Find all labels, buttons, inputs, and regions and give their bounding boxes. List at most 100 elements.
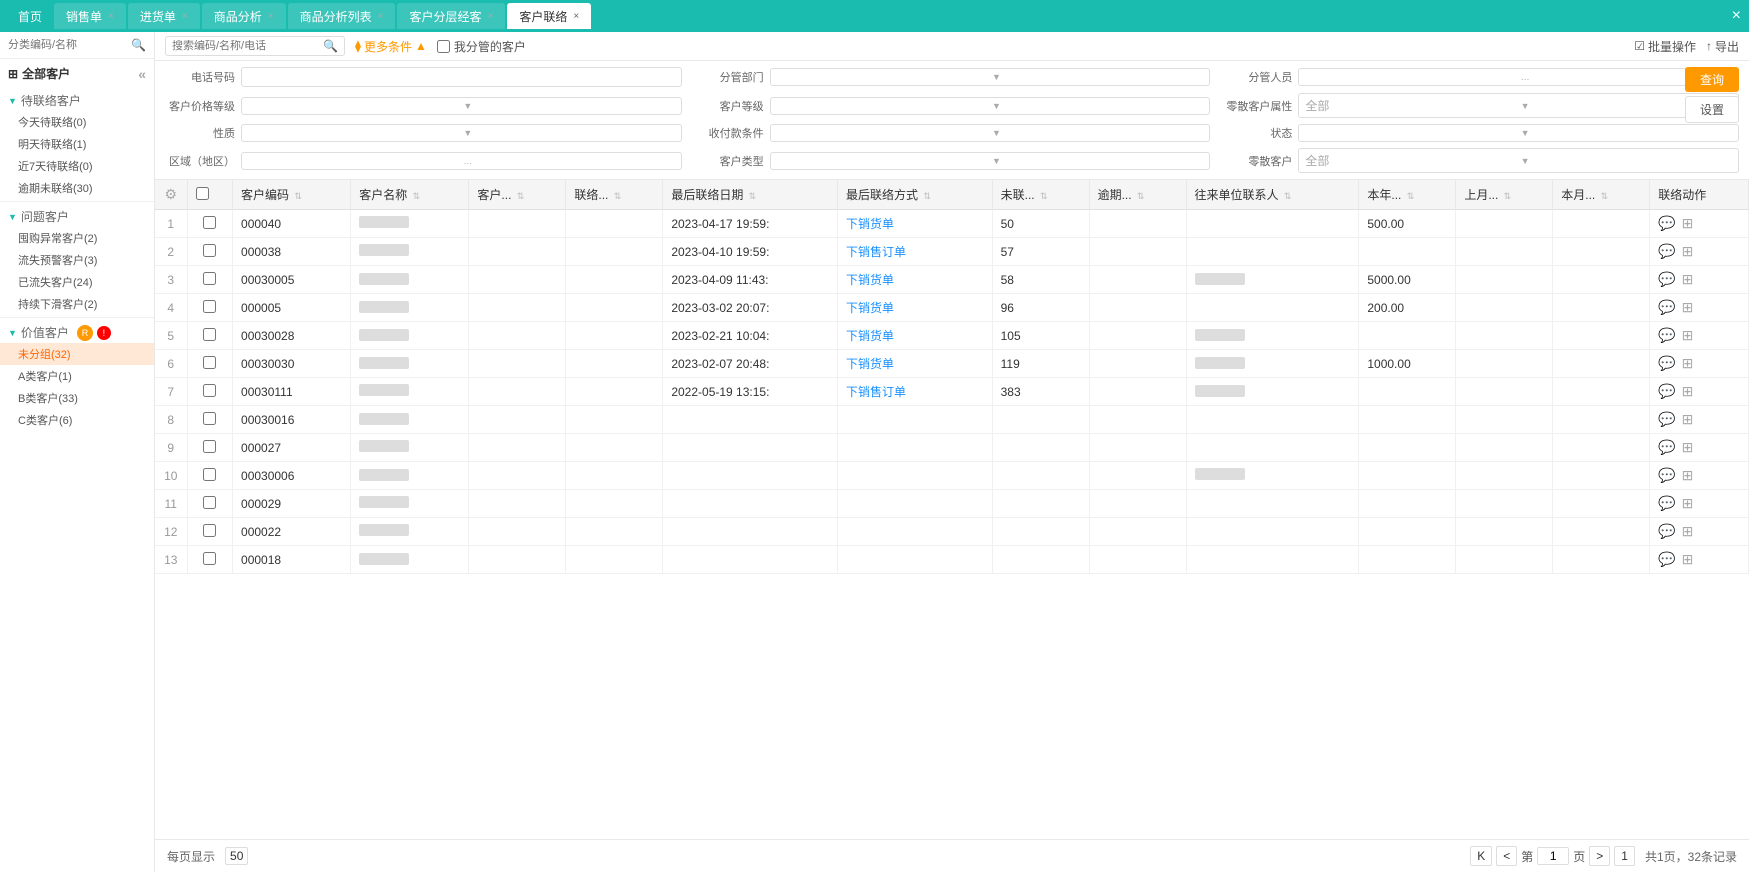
reset-button[interactable]: 设置 [1685, 96, 1739, 123]
th-last-date[interactable]: 最后联络日期 ⇅ [663, 180, 838, 210]
tab-customer-contact[interactable]: 客户联络 × [507, 3, 591, 29]
row-checkbox[interactable] [187, 378, 233, 406]
row-action[interactable]: 💬⊞ [1650, 462, 1749, 490]
more-icon[interactable]: ⊞ [1682, 271, 1694, 288]
sidebar-item-class-b[interactable]: B类客户(33) [0, 387, 154, 409]
method-link[interactable]: 下销货单 [846, 329, 894, 343]
row-checkbox[interactable] [187, 266, 233, 294]
search-icon[interactable]: 🔍 [323, 39, 338, 53]
message-icon[interactable]: 💬 [1658, 215, 1675, 232]
phone-input[interactable] [241, 67, 682, 87]
row-last-method[interactable]: 下销售订单 [837, 378, 992, 406]
row-last-method[interactable]: 下销货单 [837, 294, 992, 322]
method-link[interactable]: 下销货单 [846, 357, 894, 371]
row-action[interactable]: 💬⊞ [1650, 322, 1749, 350]
group-problem[interactable]: ▼ 问题客户 [0, 204, 154, 227]
customer-type-select[interactable]: ▼ [770, 152, 1211, 170]
more-icon[interactable]: ⊞ [1682, 523, 1694, 540]
sidebar-item-churn-warning[interactable]: 流失预警客户(3) [0, 249, 154, 271]
th-this-year[interactable]: 本年... ⇅ [1359, 180, 1456, 210]
th-this-month[interactable]: 本月... ⇅ [1553, 180, 1650, 210]
tab-customer-segment[interactable]: 客户分层经客 × [397, 3, 505, 29]
tab-purchase-close[interactable]: × [182, 11, 188, 22]
next-page-button[interactable]: > [1589, 846, 1610, 866]
message-icon[interactable]: 💬 [1658, 243, 1675, 260]
more-icon[interactable]: ⊞ [1682, 215, 1694, 232]
row-action[interactable]: 💬⊞ [1650, 518, 1749, 546]
group-pending-contact[interactable]: ▼ 待联络客户 [0, 88, 154, 111]
query-button[interactable]: 查询 [1685, 67, 1739, 92]
row-checkbox[interactable] [187, 546, 233, 574]
message-icon[interactable]: 💬 [1658, 523, 1675, 540]
message-icon[interactable]: 💬 [1658, 495, 1675, 512]
message-icon[interactable]: 💬 [1658, 299, 1675, 316]
my-customers-check[interactable]: 我分管的客户 [437, 38, 526, 55]
row-action[interactable]: 💬⊞ [1650, 266, 1749, 294]
sidebar-item-declining[interactable]: 持续下滑客户(2) [0, 293, 154, 315]
more-conditions-btn[interactable]: ⧫ 更多条件 ▲ [355, 38, 427, 55]
method-link[interactable]: 下销售订单 [846, 385, 906, 399]
search-input[interactable] [172, 40, 319, 52]
sidebar-item-class-c[interactable]: C类客户(6) [0, 409, 154, 431]
dept-select[interactable]: ▼ [770, 68, 1211, 86]
row-action[interactable]: 💬⊞ [1650, 350, 1749, 378]
tab-purchase[interactable]: 进货单 × [128, 3, 200, 29]
more-icon[interactable]: ⊞ [1682, 243, 1694, 260]
row-last-method[interactable]: 下销货单 [837, 266, 992, 294]
row-action[interactable]: 💬⊞ [1650, 434, 1749, 462]
row-last-method[interactable]: 下销售订单 [837, 238, 992, 266]
price-grade-select[interactable]: ▼ [241, 97, 682, 115]
page-size-selector[interactable]: 50 [225, 847, 248, 865]
th-not-contacted[interactable]: 未联... ⇅ [992, 180, 1089, 210]
method-link[interactable]: 下销货单 [846, 217, 894, 231]
tab-sales-close[interactable]: × [108, 11, 114, 22]
method-link[interactable]: 下销货单 [846, 301, 894, 315]
row-checkbox[interactable] [187, 490, 233, 518]
sidebar-item-churned[interactable]: 已流失客户(24) [0, 271, 154, 293]
select-all-checkbox[interactable] [196, 187, 209, 200]
more-icon[interactable]: ⊞ [1682, 495, 1694, 512]
retail-attr-select[interactable]: 全部 ▼ [1298, 93, 1739, 118]
th-checkbox[interactable] [187, 180, 233, 210]
row-checkbox[interactable] [187, 238, 233, 266]
row-checkbox[interactable] [187, 294, 233, 322]
tab-customer-contact-close[interactable]: × [573, 11, 579, 22]
message-icon[interactable]: 💬 [1658, 467, 1675, 484]
more-icon[interactable]: ⊞ [1682, 299, 1694, 316]
group-value[interactable]: ▼ 价值客户 R ! [0, 320, 154, 343]
gear-icon[interactable]: ⚙ [164, 186, 177, 202]
more-icon[interactable]: ⊞ [1682, 355, 1694, 372]
th-contact-col[interactable]: 联络... ⇅ [566, 180, 663, 210]
message-icon[interactable]: 💬 [1658, 551, 1675, 568]
method-link[interactable]: 下销货单 [846, 273, 894, 287]
tab-goods-analysis[interactable]: 商品分析 × [202, 3, 286, 29]
export-button[interactable]: ↑ 导出 [1706, 38, 1739, 55]
tab-goods-analysis-list[interactable]: 商品分析列表 × [288, 3, 396, 29]
message-icon[interactable]: 💬 [1658, 439, 1675, 456]
tab-sales[interactable]: 销售单 × [54, 3, 126, 29]
row-checkbox[interactable] [187, 518, 233, 546]
row-checkbox[interactable] [187, 210, 233, 238]
th-code[interactable]: 客户编码 ⇅ [233, 180, 351, 210]
th-gear[interactable]: ⚙ [155, 180, 187, 210]
more-icon[interactable]: ⊞ [1682, 439, 1694, 456]
collapse-icon[interactable]: « [138, 66, 146, 82]
message-icon[interactable]: 💬 [1658, 411, 1675, 428]
retail-customer-select[interactable]: 全部 ▼ [1298, 148, 1739, 173]
sidebar-item-hoard-anomaly[interactable]: 囤购异常客户(2) [0, 227, 154, 249]
th-unit-contact[interactable]: 往来单位联系人 ⇅ [1186, 180, 1359, 210]
row-last-method[interactable]: 下销货单 [837, 322, 992, 350]
batch-op-button[interactable]: ☑ 批量操作 [1634, 38, 1696, 55]
row-action[interactable]: 💬⊞ [1650, 378, 1749, 406]
th-last-month[interactable]: 上月... ⇅ [1456, 180, 1553, 210]
my-customers-checkbox[interactable] [437, 40, 450, 53]
th-name[interactable]: 客户名称 ⇅ [351, 180, 469, 210]
tab-goods-analysis-list-close[interactable]: × [378, 11, 384, 22]
row-action[interactable]: 💬⊞ [1650, 294, 1749, 322]
row-checkbox[interactable] [187, 322, 233, 350]
sidebar-item-7days[interactable]: 近7天待联络(0) [0, 155, 154, 177]
sidebar-item-unclassified[interactable]: 未分组(32) [0, 343, 154, 365]
first-page-button[interactable]: K [1470, 846, 1492, 866]
row-checkbox[interactable] [187, 406, 233, 434]
sidebar-search-input[interactable] [8, 39, 127, 51]
